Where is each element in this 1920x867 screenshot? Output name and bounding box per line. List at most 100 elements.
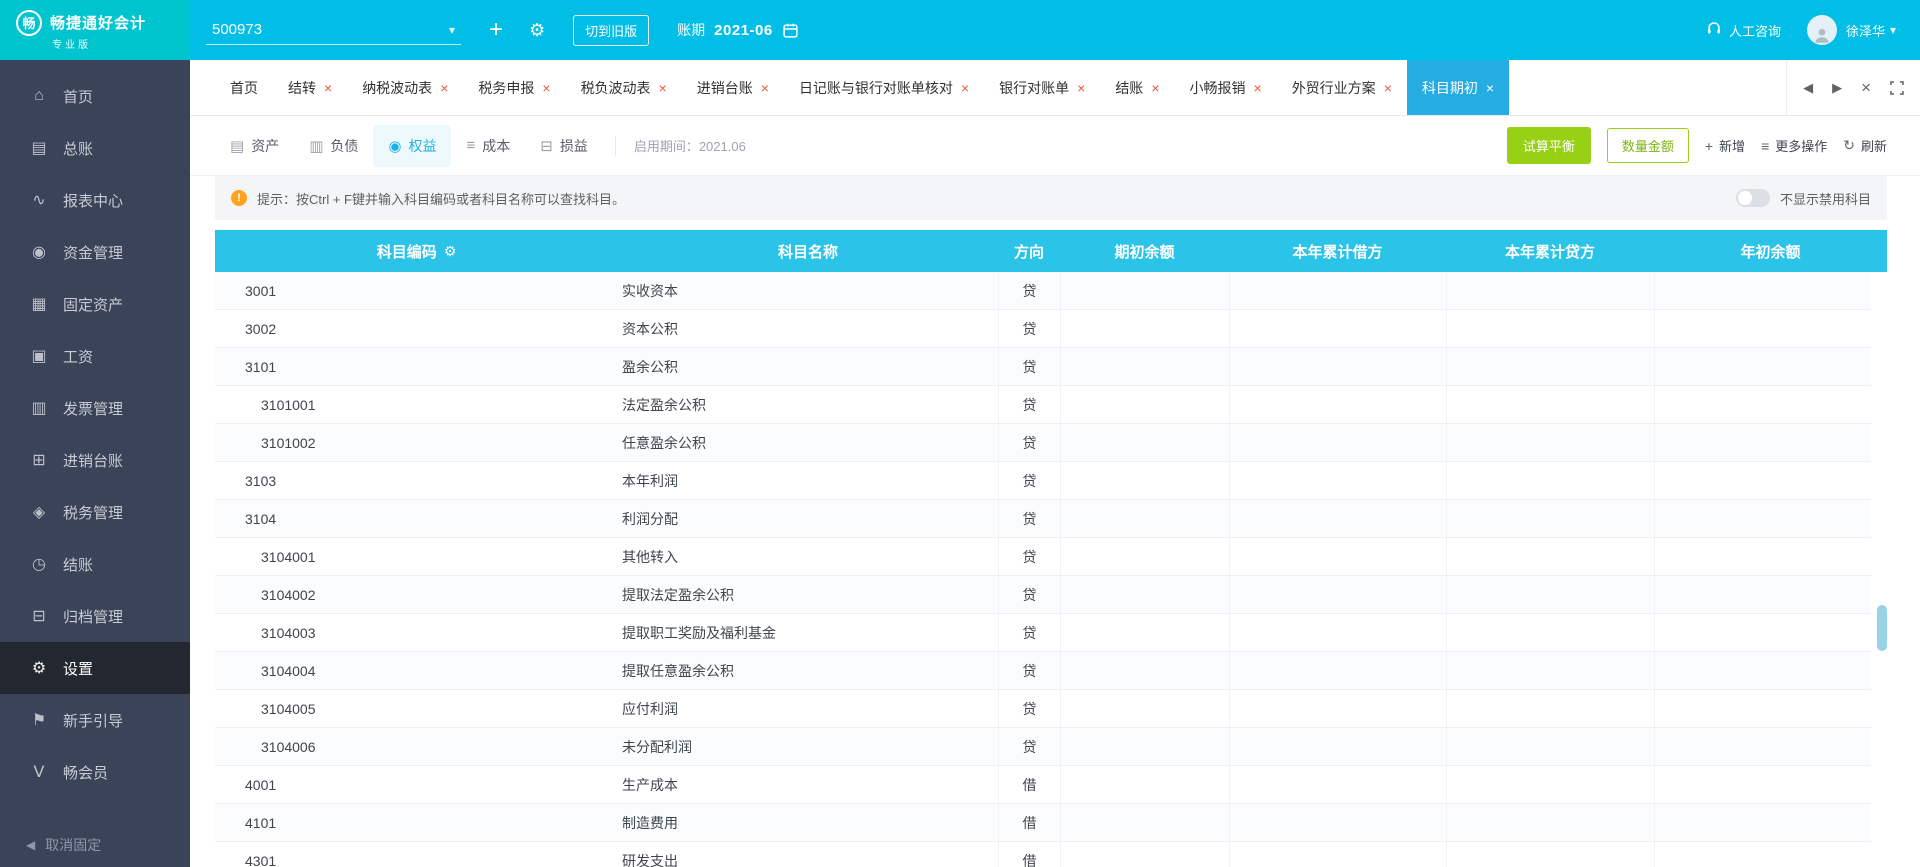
tab-结转[interactable]: 结转 × [273,60,347,115]
table-row[interactable]: 3001 实收资本 贷 [215,272,1871,310]
table-row[interactable]: 4301 研发支出 借 [215,842,1871,867]
settings-gear-icon[interactable]: ⚙ [529,21,545,39]
tab-银行对账单[interactable]: 银行对账单 × [984,60,1100,115]
support-button[interactable]: 人工咨询 [1706,21,1781,40]
tab-close-icon[interactable]: × [324,80,332,96]
cell-amount [1446,348,1654,385]
table-row[interactable]: 4101 制造费用 借 [215,804,1871,842]
table-row[interactable]: 3104001 其他转入 贷 [215,538,1871,576]
table-row[interactable]: 3101002 任意盈余公积 贷 [215,424,1871,462]
add-account-set-icon[interactable]: + [489,18,503,42]
cell-amount [1654,386,1871,423]
tab-进销台账[interactable]: 进销台账 × [682,60,784,115]
tab-小畅报销[interactable]: 小畅报销 × [1175,60,1277,115]
close-all-tabs-icon[interactable]: × [1861,78,1871,98]
tab-close-icon[interactable]: × [659,80,667,96]
more-actions-button[interactable]: ≡ 更多操作 [1761,136,1827,155]
scrollbar-thumb[interactable] [1877,605,1887,652]
tab-税负波动表[interactable]: 税负波动表 × [566,60,682,115]
tab-close-icon[interactable]: × [1077,80,1085,96]
table-row[interactable]: 3104006 未分配利润 贷 [215,728,1871,766]
fullscreen-icon[interactable] [1890,80,1904,95]
user-menu[interactable]: 徐泽华 ▾ [1846,21,1896,40]
sidebar-item-fixed-assets[interactable]: ▦ 固定资产 [0,278,190,330]
payroll-icon: ▣ [31,348,47,365]
funds-icon: ◉ [32,244,46,261]
sidebar-item-archive[interactable]: ⊟ 归档管理 [0,590,190,642]
tab-日记账与银行对账单核对[interactable]: 日记账与银行对账单核对 × [784,60,984,115]
tab-纳税波动表[interactable]: 纳税波动表 × [347,60,463,115]
tab-结账[interactable]: 结账 × [1100,60,1174,115]
trial-balance-button[interactable]: 试算平衡 [1506,127,1591,164]
cell-direction: 贷 [998,652,1060,689]
tab-首页[interactable]: 首页 [215,60,273,115]
tab-close-icon[interactable]: × [761,80,769,96]
sidebar-item-report-center[interactable]: ∿ 报表中心 [0,174,190,226]
tab-close-icon[interactable]: × [440,80,448,96]
tab-close-icon[interactable]: × [1254,80,1262,96]
subtab-liabilities[interactable]: ▥ 负债 [294,125,373,167]
avatar[interactable] [1806,15,1837,45]
cell-amount [1654,424,1871,461]
tab-close-icon[interactable]: × [961,80,969,96]
app-logo: 畅 畅捷通好会计 专业版 [0,0,190,60]
add-account-button[interactable]: + 新增 [1705,136,1745,155]
table-row[interactable]: 4001 生产成本 借 [215,766,1871,804]
table-row[interactable]: 3104 利润分配 贷 [215,500,1871,538]
sidebar-item-closing[interactable]: ◷ 结账 [0,538,190,590]
column-settings-gear-icon[interactable]: ⚙ [444,243,457,260]
column-header-本年累计贷方: 本年累计贷方 [1446,230,1654,272]
cell-amount [1060,310,1229,347]
tab-scroll-right-icon[interactable]: ▶ [1832,80,1842,96]
cell-account-code: 4001 [245,776,277,793]
subtab-cost[interactable]: ≡ 成本 [451,125,525,167]
refresh-button[interactable]: ↻ 刷新 [1843,136,1887,155]
tab-外贸行业方案[interactable]: 外贸行业方案 × [1277,60,1407,115]
cell-amount [1229,842,1446,867]
tab-close-icon[interactable]: × [542,80,550,96]
quantity-amount-button[interactable]: 数量金额 [1606,128,1689,163]
table-row[interactable]: 3104004 提取任意盈余公积 贷 [215,652,1871,690]
sidebar-item-funds[interactable]: ◉ 资金管理 [0,226,190,278]
account-select[interactable]: 500973 ▾ [206,15,461,45]
sidebar-item-purchase-sales[interactable]: ⊞ 进销台账 [0,434,190,486]
sidebar-item-guide[interactable]: ⚑ 新手引导 [0,694,190,746]
subtab-profit-loss[interactable]: ⊟ 损益 [525,125,603,167]
cell-account-name: 盈余公积 [622,358,678,375]
sidebar-item-invoice[interactable]: ▥ 发票管理 [0,382,190,434]
tab-close-icon[interactable]: × [1151,80,1159,96]
tab-税务申报[interactable]: 税务申报 × [463,60,565,115]
table-row[interactable]: 3103 本年利润 贷 [215,462,1871,500]
table-row[interactable]: 3104005 应付利润 贷 [215,690,1871,728]
sidebar-item-tax[interactable]: ◈ 税务管理 [0,486,190,538]
table-row[interactable]: 3002 资本公积 贷 [215,310,1871,348]
subtab-assets[interactable]: ▤ 资产 [215,125,294,167]
tab-科目期初[interactable]: 科目期初 × [1406,60,1510,115]
sidebar-item-label: 结账 [63,556,94,574]
switch-old-version-button[interactable]: 切到旧版 [573,14,650,46]
cell-account-name: 研发支出 [622,852,678,867]
table-row[interactable]: 3104003 提取职工奖励及福利基金 贷 [215,614,1871,652]
unpin-sidebar-button[interactable]: ◀ 取消固定 [26,835,101,855]
tab-close-icon[interactable]: × [1384,80,1392,96]
tab-close-icon[interactable]: × [1486,80,1494,96]
calendar-icon[interactable] [782,22,799,39]
cell-account-code: 3101001 [261,396,316,413]
tab-scroll-left-icon[interactable]: ◀ [1803,80,1813,96]
table-row[interactable]: 3101 盈余公积 贷 [215,348,1871,386]
sidebar-item-home[interactable]: ⌂ 首页 [0,70,190,122]
sidebar-item-member[interactable]: Ⅴ 畅会员 [0,746,190,798]
table-row[interactable]: 3104002 提取法定盈余公积 贷 [215,576,1871,614]
sidebar-item-payroll[interactable]: ▣ 工资 [0,330,190,382]
cell-account-name: 实收资本 [622,282,678,299]
cell-amount [1446,766,1654,803]
hide-disabled-toggle[interactable] [1735,189,1770,207]
cell-amount [1654,348,1871,385]
table-row[interactable]: 3101001 法定盈余公积 贷 [215,386,1871,424]
sidebar-item-label: 报表中心 [63,192,124,210]
vertical-scrollbar[interactable] [1877,272,1887,867]
hint-text: 提示：按Ctrl + F键并输入科目编码或者科目名称可以查找科目。 [257,191,625,207]
sidebar-item-settings[interactable]: ⚙ 设置 [0,642,190,694]
sidebar-item-general-ledger[interactable]: ▤ 总账 [0,122,190,174]
subtab-equity[interactable]: ◉ 权益 [373,124,452,167]
